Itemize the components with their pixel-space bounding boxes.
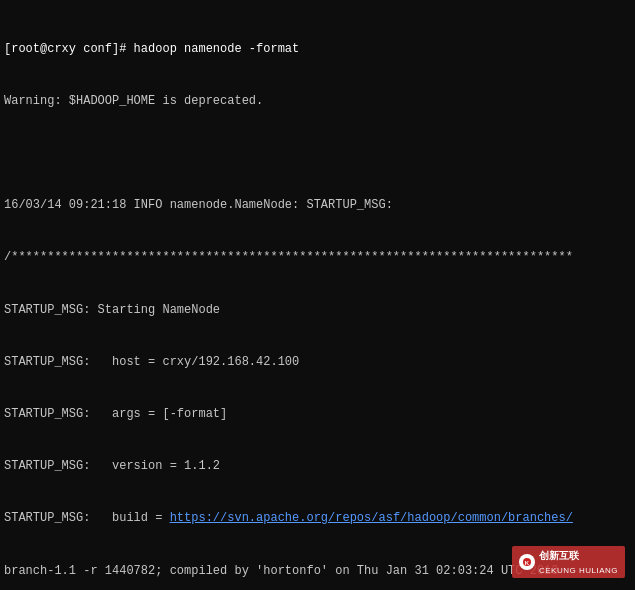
svg-text:K: K	[525, 560, 530, 566]
svn-link[interactable]: https://svn.apache.org/repos/asf/hadoop/…	[170, 511, 573, 525]
watermark-text: 创新互联 CEKUNG HULIANG	[539, 549, 618, 575]
info-line-1: 16/03/14 09:21:18 INFO namenode.NameNode…	[4, 197, 631, 214]
watermark-chinese: 创新互联	[539, 550, 579, 561]
startup-msg-4: STARTUP_MSG: version = 1.1.2	[4, 458, 631, 475]
terminal-window: [root@crxy conf]# hadoop namenode -forma…	[0, 0, 635, 590]
startup-msg-3: STARTUP_MSG: args = [-format]	[4, 406, 631, 423]
terminal-content: [root@crxy conf]# hadoop namenode -forma…	[4, 6, 631, 590]
warning-line: Warning: $HADOOP_HOME is deprecated.	[4, 93, 631, 110]
watermark-icon: K	[519, 554, 535, 570]
stars-1: /***************************************…	[4, 249, 631, 266]
watermark-pinyin: CEKUNG HULIANG	[539, 566, 618, 575]
startup-msg-1: STARTUP_MSG: Starting NameNode	[4, 302, 631, 319]
command-line-1: [root@crxy conf]# hadoop namenode -forma…	[4, 41, 631, 58]
watermark-svg: K	[522, 557, 532, 567]
blank-line	[4, 145, 631, 162]
watermark: K 创新互联 CEKUNG HULIANG	[512, 546, 625, 578]
startup-msg-2: STARTUP_MSG: host = crxy/192.168.42.100	[4, 354, 631, 371]
startup-msg-5: STARTUP_MSG: build = https://svn.apache.…	[4, 510, 631, 527]
